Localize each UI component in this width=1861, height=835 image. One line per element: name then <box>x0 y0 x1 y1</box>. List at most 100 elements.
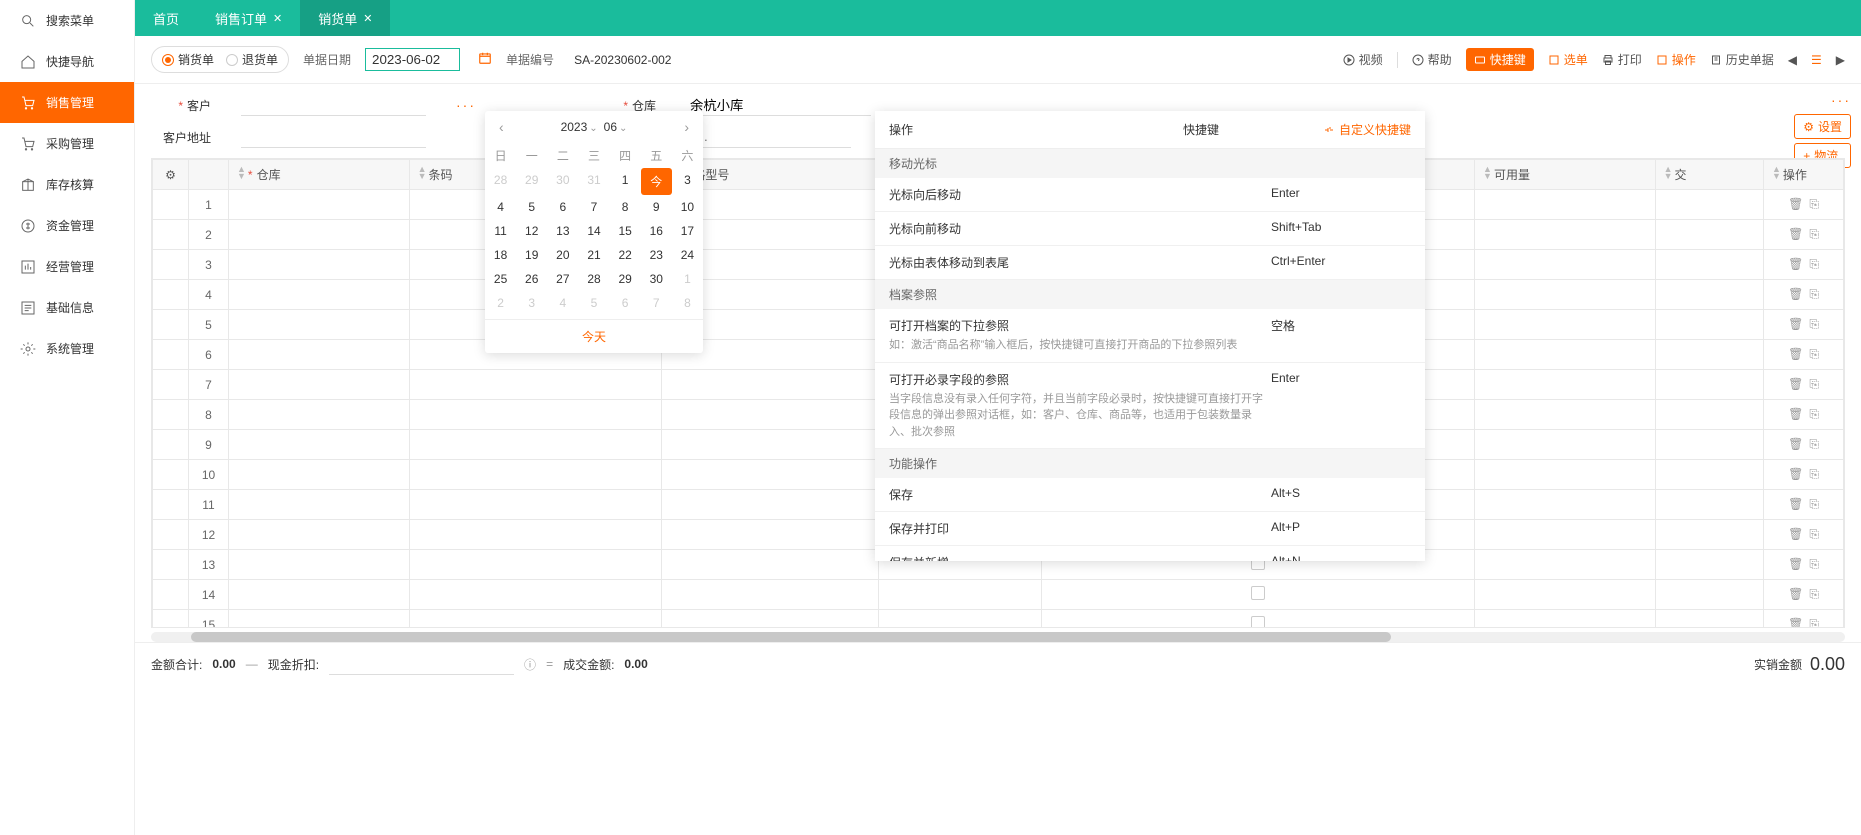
delete-icon[interactable]: 🗑 <box>1788 377 1803 391</box>
cal-day[interactable]: 30 <box>641 267 672 291</box>
cal-day-next[interactable]: 1 <box>672 267 703 291</box>
help-button[interactable]: 帮助 <box>1412 51 1452 68</box>
sidebar-item-4[interactable]: 库存核算 <box>0 164 134 205</box>
cal-day[interactable]: 19 <box>516 243 547 267</box>
sidebar-item-2[interactable]: 销售管理 <box>0 82 134 123</box>
cal-day-prev[interactable]: 30 <box>547 168 578 195</box>
addr-input[interactable] <box>241 126 426 148</box>
cal-day-next[interactable]: 5 <box>578 291 609 315</box>
col-6[interactable]: ▲▼交 <box>1655 160 1763 190</box>
delete-icon[interactable]: 🗑 <box>1788 317 1803 331</box>
copy-icon[interactable]: ⎘ <box>1809 557 1819 571</box>
delete-icon[interactable]: 🗑 <box>1788 587 1803 601</box>
copy-icon[interactable]: ⎘ <box>1809 407 1819 421</box>
cal-day[interactable]: 16 <box>641 219 672 243</box>
cal-day[interactable]: 6 <box>547 195 578 219</box>
cal-day[interactable]: 17 <box>672 219 703 243</box>
print-button[interactable]: 打印 <box>1602 51 1642 68</box>
cal-day-next[interactable]: 4 <box>547 291 578 315</box>
cal-year-select[interactable]: 2023 <box>561 120 598 134</box>
cal-day[interactable]: 7 <box>578 195 609 219</box>
copy-icon[interactable]: ⎘ <box>1809 377 1819 391</box>
cal-prev-icon[interactable]: ‹ <box>495 119 508 135</box>
close-icon[interactable]: ✕ <box>363 12 372 25</box>
cal-day[interactable]: 12 <box>516 219 547 243</box>
table-row[interactable]: 15🗑⎘ <box>153 610 1844 629</box>
horizontal-scrollbar[interactable] <box>151 632 1845 642</box>
cal-day[interactable]: 1 <box>610 168 641 195</box>
copy-icon[interactable]: ⎘ <box>1809 347 1819 361</box>
radio-sale[interactable]: 销货单 <box>162 51 214 68</box>
discount-input[interactable] <box>329 653 514 675</box>
cal-day[interactable]: 11 <box>485 219 516 243</box>
prev-icon[interactable]: ◀ <box>1788 53 1797 67</box>
cal-day-next[interactable]: 3 <box>516 291 547 315</box>
cal-day[interactable]: 20 <box>547 243 578 267</box>
select-doc-button[interactable]: 选单 <box>1548 51 1588 68</box>
sidebar-item-1[interactable]: 快捷导航 <box>0 41 134 82</box>
delete-icon[interactable]: 🗑 <box>1788 557 1803 571</box>
cal-day[interactable]: 18 <box>485 243 516 267</box>
copy-icon[interactable]: ⎘ <box>1809 497 1819 511</box>
sidebar-item-5[interactable]: 资金管理 <box>0 205 134 246</box>
cal-day-next[interactable]: 2 <box>485 291 516 315</box>
shortcut-button[interactable]: 快捷键 <box>1466 48 1534 71</box>
cal-today-button[interactable]: 今天 <box>485 319 703 347</box>
cal-day[interactable]: 10 <box>672 195 703 219</box>
delete-icon[interactable]: 🗑 <box>1788 257 1803 271</box>
copy-icon[interactable]: ⎘ <box>1809 227 1819 241</box>
copy-icon[interactable]: ⎘ <box>1809 467 1819 481</box>
cal-day-prev[interactable]: 28 <box>485 168 516 195</box>
copy-icon[interactable]: ⎘ <box>1809 587 1819 601</box>
history-button[interactable]: 历史单据 <box>1710 51 1774 68</box>
sidebar-item-0[interactable]: 搜索菜单 <box>0 0 134 41</box>
delete-icon[interactable]: 🗑 <box>1788 197 1803 211</box>
cal-day[interactable]: 26 <box>516 267 547 291</box>
radio-return[interactable]: 退货单 <box>226 51 278 68</box>
copy-icon[interactable]: ⎘ <box>1809 197 1819 211</box>
close-icon[interactable]: ✕ <box>273 12 282 25</box>
cal-day[interactable]: 5 <box>516 195 547 219</box>
sc-custom-button[interactable]: 自定义快捷键 <box>1323 121 1411 138</box>
cal-day[interactable]: 8 <box>610 195 641 219</box>
col-5[interactable]: ▲▼可用量 <box>1475 160 1656 190</box>
cal-day[interactable]: 4 <box>485 195 516 219</box>
cal-day[interactable]: 13 <box>547 219 578 243</box>
cal-day-prev[interactable]: 29 <box>516 168 547 195</box>
warehouse-input[interactable] <box>686 94 871 116</box>
cal-day-next[interactable]: 8 <box>672 291 703 315</box>
calendar-icon[interactable] <box>478 51 492 68</box>
next-icon[interactable]: ▶ <box>1836 53 1845 67</box>
list-icon[interactable]: ☰ <box>1811 53 1822 67</box>
cal-day-next[interactable]: 6 <box>610 291 641 315</box>
copy-icon[interactable]: ⎘ <box>1809 437 1819 451</box>
operate-button[interactable]: 操作 <box>1656 51 1696 68</box>
copy-icon[interactable]: ⎘ <box>1809 527 1819 541</box>
cal-day[interactable]: 22 <box>610 243 641 267</box>
table-row[interactable]: 14🗑⎘ <box>153 580 1844 610</box>
cal-next-icon[interactable]: › <box>680 119 693 135</box>
tab-2[interactable]: 销货单✕ <box>300 0 390 36</box>
sidebar-item-7[interactable]: 基础信息 <box>0 287 134 328</box>
row-more-icon[interactable]: ··· <box>1794 92 1851 108</box>
copy-icon[interactable]: ⎘ <box>1809 287 1819 301</box>
col-0[interactable]: ▲▼*仓库 <box>229 160 410 190</box>
col-gear[interactable]: ⚙ <box>153 160 189 190</box>
customer-input[interactable] <box>241 94 426 116</box>
col-7[interactable]: ▲▼操作 <box>1764 160 1844 190</box>
sidebar-item-3[interactable]: 采购管理 <box>0 123 134 164</box>
video-button[interactable]: 视频 <box>1343 51 1383 68</box>
copy-icon[interactable]: ⎘ <box>1809 317 1819 331</box>
cal-month-select[interactable]: 06 <box>604 120 628 134</box>
sidebar-item-8[interactable]: 系统管理 <box>0 328 134 369</box>
copy-icon[interactable]: ⎘ <box>1809 617 1819 628</box>
cal-day[interactable]: 28 <box>578 267 609 291</box>
cal-day[interactable]: 14 <box>578 219 609 243</box>
tab-0[interactable]: 首页 <box>135 0 197 36</box>
cal-day[interactable]: 27 <box>547 267 578 291</box>
help-icon[interactable]: ⓘ <box>524 656 536 673</box>
cal-day[interactable]: 23 <box>641 243 672 267</box>
delete-icon[interactable]: 🗑 <box>1788 497 1803 511</box>
gift-checkbox[interactable] <box>1251 616 1265 628</box>
cal-day[interactable]: 21 <box>578 243 609 267</box>
